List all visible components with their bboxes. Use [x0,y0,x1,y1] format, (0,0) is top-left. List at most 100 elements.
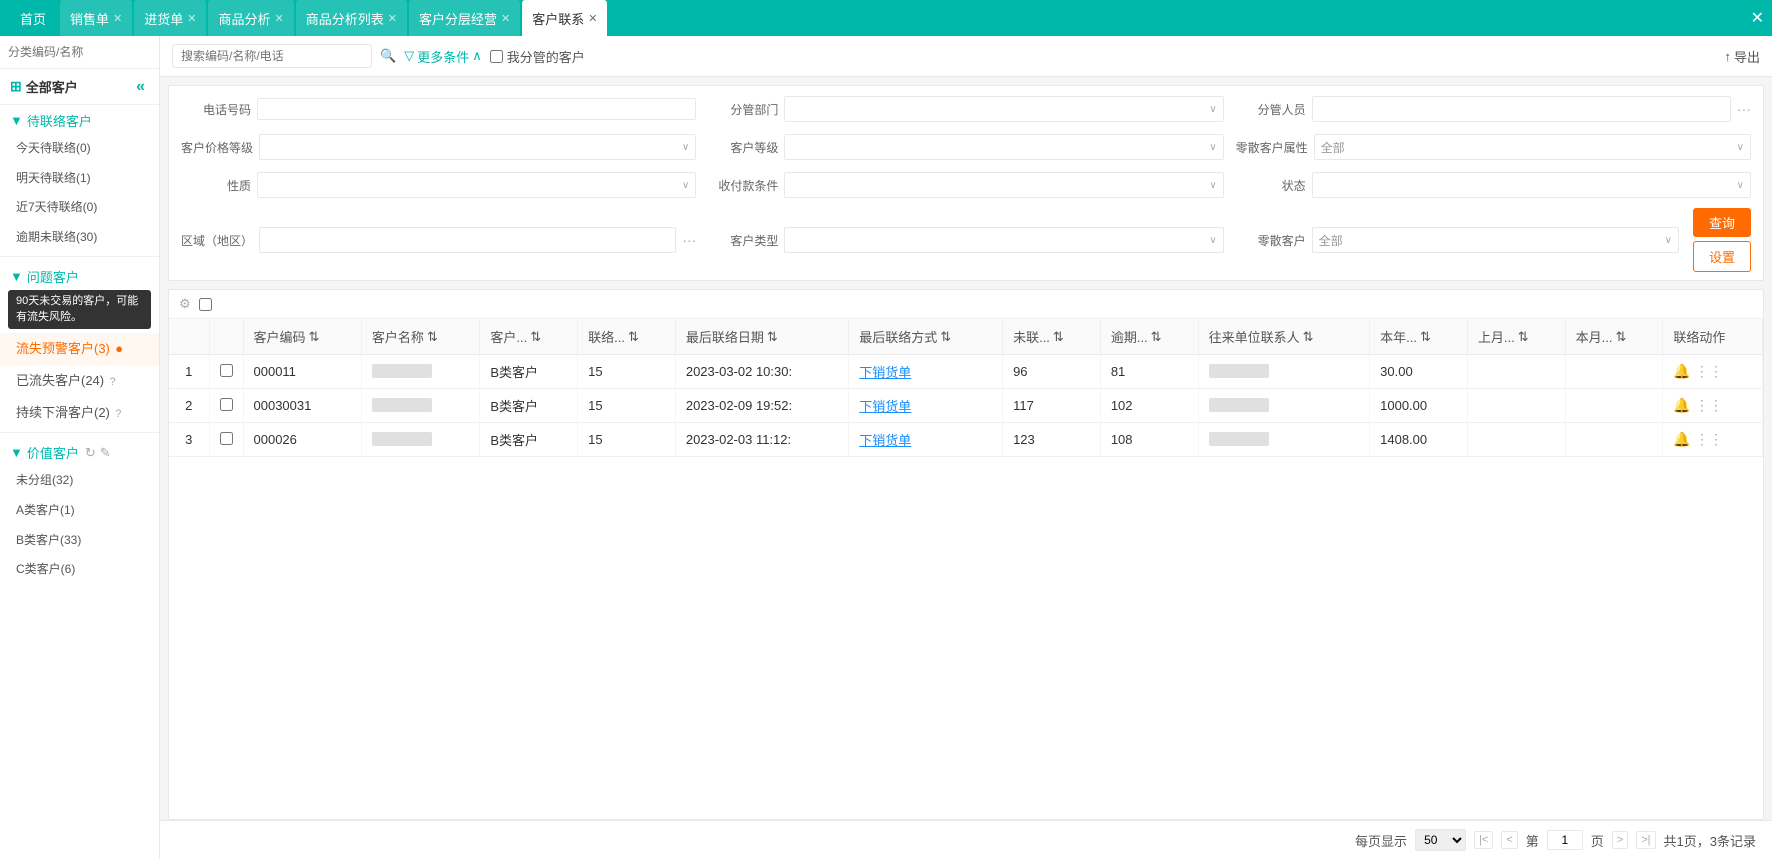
tab-product-list[interactable]: 商品分析列表 ✕ [296,0,407,36]
advanced-filter-panel: 电话号码 分管部门 ∨ 分管人员 ··· 客户价格等级 ∨ [168,85,1764,281]
sidebar-item-churned[interactable]: 已流失客户(24) ? [0,365,159,397]
query-button[interactable]: 查询 [1693,208,1751,237]
th-this-year[interactable]: 本年...⇅ [1370,319,1468,355]
filter-region-more-icon[interactable]: ··· [682,232,696,248]
filter-scatter-customer-row: 零散客户 全部∨ 查询 设置 [1236,208,1751,272]
sidebar-all-customers[interactable]: ⊞ 全部客户 « [0,69,159,105]
sidebar-item-b-class[interactable]: B类客户(33) [0,526,159,556]
cell-last-way[interactable]: 下销货单 [849,389,1003,423]
filter-customer-type-select[interactable]: ∨ [784,227,1223,253]
tab-customer-contact[interactable]: 客户联系 ✕ [522,0,607,36]
filter-scatter-attr-select[interactable]: 全部∨ [1314,134,1751,160]
table-header-row: 客户编码⇅ 客户名称⇅ 客户...⇅ 联络...⇅ 最后联络日期⇅ 最后联络方式… [169,319,1763,355]
page-next-btn[interactable]: > [1612,831,1628,849]
action-contact-icon[interactable]: 🔔 [1673,363,1690,380]
page-prev-btn[interactable]: < [1501,831,1517,849]
filter-region-select[interactable] [259,227,676,253]
per-page-select[interactable]: 50 100 200 [1415,829,1466,851]
th-last-way[interactable]: 最后联络方式⇅ [849,319,1003,355]
filter-scatter-customer-select[interactable]: 全部∨ [1312,227,1679,253]
th-overdue[interactable]: 逾期...⇅ [1100,319,1198,355]
refresh-icon[interactable]: ↻ [85,445,96,461]
tab-close-icon[interactable]: ✕ [501,12,510,25]
sidebar-item-declining[interactable]: 持续下滑客户(2) ? [0,397,159,429]
filter-customer-grade-select[interactable]: ∨ [784,134,1223,160]
filter-phone-input[interactable] [257,98,696,120]
sidebar-item-tomorrow[interactable]: 明天待联络(1) [0,164,159,194]
filter-status-label: 状态 [1236,177,1306,194]
sidebar-item-ungroup[interactable]: 未分组(32) [0,466,159,496]
th-unit-contact[interactable]: 往来单位联系人⇅ [1198,319,1370,355]
th-last-date[interactable]: 最后联络日期⇅ [675,319,848,355]
action-more-icon[interactable]: ⋮⋮ [1695,363,1723,380]
export-button[interactable]: ↑ 导出 [1724,47,1760,66]
sidebar-collapse-icon[interactable]: « [136,78,149,96]
my-customers-checkbox[interactable]: 我分管的客户 [490,47,585,66]
cell-contact: 15 [578,423,676,457]
cell-checkbox[interactable] [209,423,243,457]
action-more-icon[interactable]: ⋮⋮ [1695,397,1723,414]
filter-manager-more-icon[interactable]: ··· [1737,101,1751,117]
tab-purchase[interactable]: 进货单 ✕ [134,0,206,36]
tab-product-analysis[interactable]: 商品分析 ✕ [208,0,293,36]
filter-payment-select[interactable]: ∨ [784,172,1223,198]
sidebar-section-pending[interactable]: ▼ 待联络客户 [0,105,159,134]
sidebar-item-c-class[interactable]: C类客户(6) [0,555,159,585]
main-search-input[interactable] [172,44,372,68]
filter-price-grade-select[interactable]: ∨ [259,134,696,160]
action-contact-icon[interactable]: 🔔 [1673,431,1690,448]
th-contact[interactable]: 联络...⇅ [578,319,676,355]
th-last-month[interactable]: 上月...⇅ [1467,319,1565,355]
cell-contact: 15 [578,389,676,423]
action-more-icon[interactable]: ⋮⋮ [1695,431,1723,448]
th-name[interactable]: 客户名称⇅ [361,319,479,355]
cell-checkbox[interactable] [209,389,243,423]
sidebar-item-churn-warning[interactable]: 流失预警客户(3) ● [0,333,159,365]
table-gear-icon[interactable]: ⚙ [179,296,191,312]
main-search-icon[interactable]: 🔍 [380,48,396,64]
sidebar-item-today[interactable]: 今天待联络(0) [0,134,159,164]
home-tab[interactable]: 首页 [8,0,58,36]
settings-button[interactable]: 设置 [1693,241,1751,272]
cell-this-month [1565,389,1663,423]
tab-close-icon[interactable]: ✕ [388,12,397,25]
sidebar-item-7days[interactable]: 近7天待联络(0) [0,193,159,223]
table-row: 2 00030031 ██████ B类客户 15 2023-02-09 19:… [169,389,1763,423]
sidebar-section-value[interactable]: ▼ 价值客户 ↻ ✎ [0,437,159,466]
filter-dept-select[interactable]: ∨ [784,96,1223,122]
tab-close-icon[interactable]: ✕ [113,12,122,25]
th-type[interactable]: 客户...⇅ [480,319,578,355]
tab-sales[interactable]: 销售单 ✕ [60,0,132,36]
sidebar-item-a-class[interactable]: A类客户(1) [0,496,159,526]
cell-last-month [1467,389,1565,423]
cell-uncontact: 117 [1003,389,1101,423]
tab-close-icon[interactable]: ✕ [187,12,196,25]
action-contact-icon[interactable]: 🔔 [1673,397,1690,414]
table-row: 3 000026 ██████ B类客户 15 2023-02-03 11:12… [169,423,1763,457]
my-customers-check[interactable] [490,50,503,63]
page-input[interactable] [1547,830,1583,850]
sidebar-item-overdue[interactable]: 逾期未联络(30) [0,223,159,253]
th-uncontact[interactable]: 未联...⇅ [1003,319,1101,355]
select-all-checkbox[interactable] [199,298,212,311]
page-first-btn[interactable]: |< [1474,831,1493,849]
more-filters-button[interactable]: ▽ 更多条件 ∧ [404,47,482,66]
tab-close-icon[interactable]: ✕ [588,12,597,25]
filter-status-select[interactable]: ∨ [1312,172,1751,198]
filter-manager-select[interactable] [1312,96,1731,122]
cell-checkbox[interactable] [209,355,243,389]
th-this-month[interactable]: 本月...⇅ [1565,319,1663,355]
th-code[interactable]: 客户编码⇅ [243,319,361,355]
sidebar-search-input[interactable] [8,45,160,59]
sidebar-section-problem[interactable]: ▼ 问题客户 [0,261,159,290]
cell-code: 00030031 [243,389,361,423]
tab-customer-layering[interactable]: 客户分层经营 ✕ [409,0,520,36]
cell-last-way[interactable]: 下销货单 [849,355,1003,389]
edit-icon[interactable]: ✎ [100,445,111,461]
page-last-btn[interactable]: >| [1636,831,1655,849]
cell-this-year: 1000.00 [1370,389,1468,423]
cell-last-way[interactable]: 下销货单 [849,423,1003,457]
window-close-button[interactable]: ✕ [1751,8,1764,28]
filter-nature-select[interactable]: ∨ [257,172,696,198]
tab-close-icon[interactable]: ✕ [275,12,284,25]
